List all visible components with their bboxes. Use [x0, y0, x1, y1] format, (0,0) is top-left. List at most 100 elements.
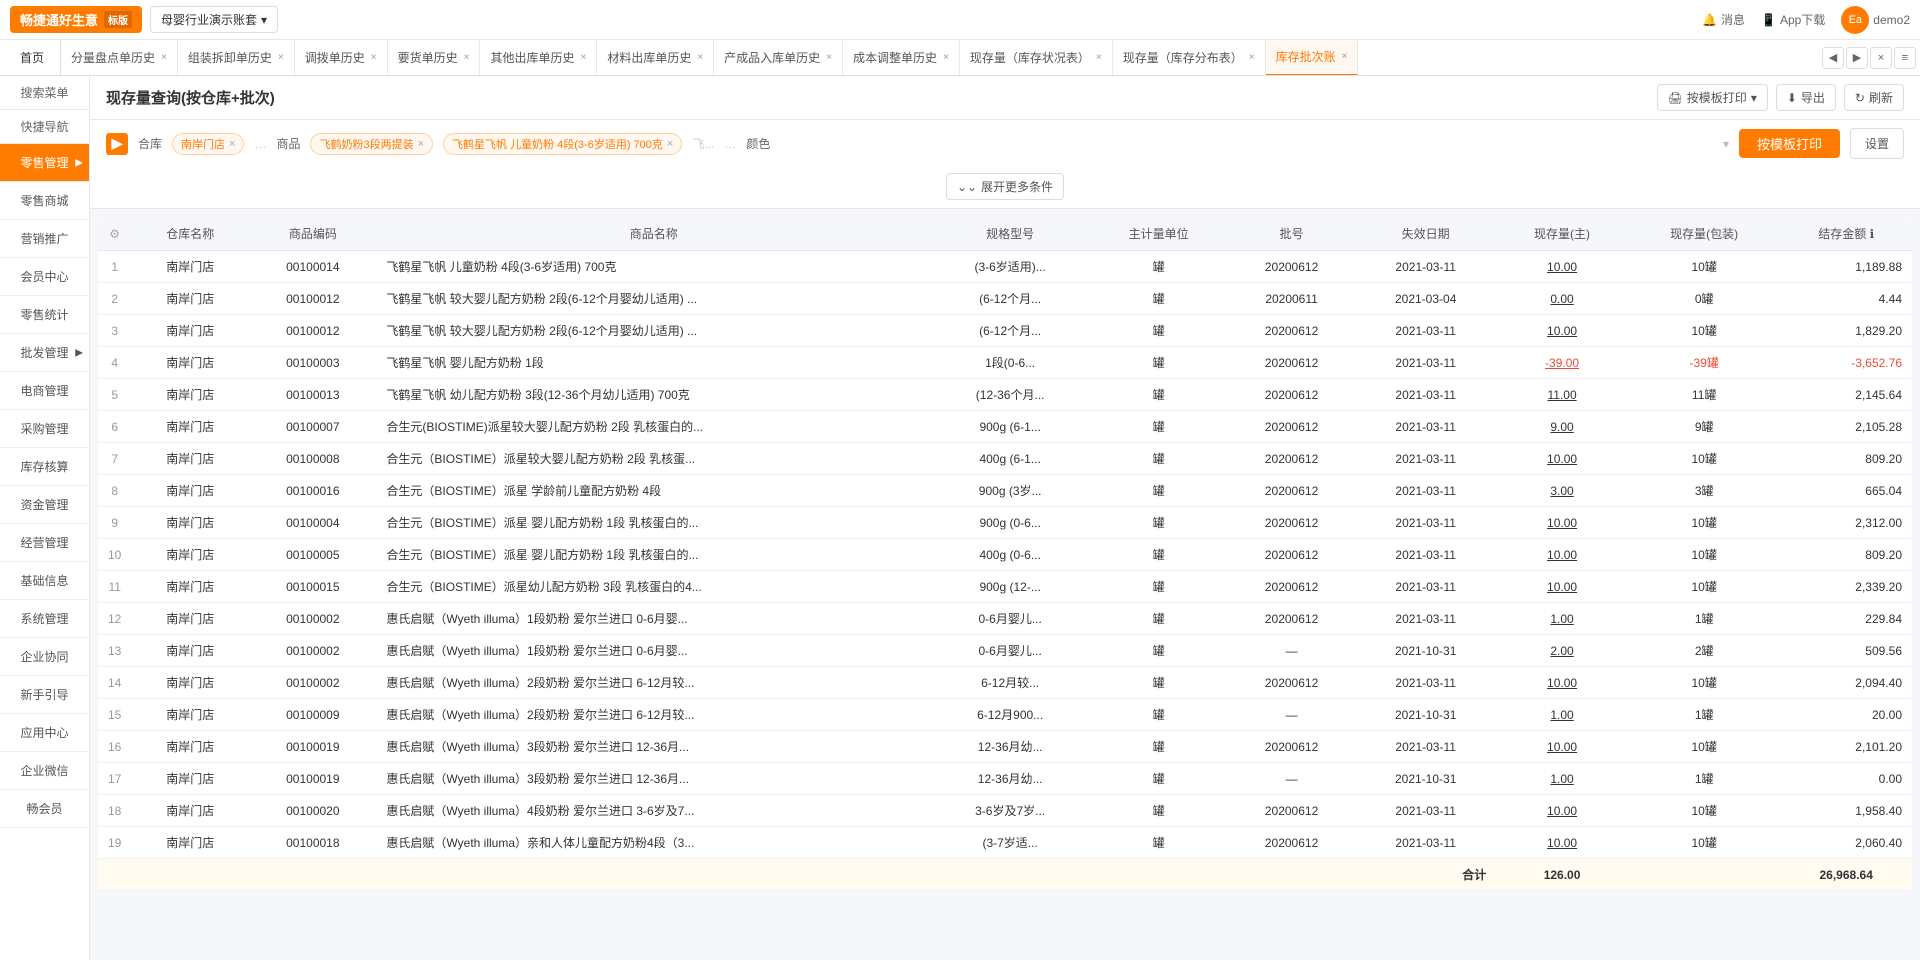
tab-xiancun2[interactable]: 现存量（库存分布表） ×: [1113, 40, 1266, 76]
sidebar-item-operations[interactable]: 经营管理: [0, 524, 89, 562]
tab-close-chancheng[interactable]: ×: [826, 52, 832, 63]
row-batch: 20200612: [1228, 443, 1355, 475]
setting-btn[interactable]: 设置: [1850, 128, 1904, 159]
row-qty-main[interactable]: 9.00: [1496, 411, 1628, 443]
tab-close-zuzhuang[interactable]: ×: [278, 52, 284, 63]
row-qty-main[interactable]: 10.00: [1496, 827, 1628, 859]
tab-xiancun1[interactable]: 现存量（库存状况表） ×: [960, 40, 1113, 76]
tab-chengben[interactable]: 成本调整单历史 ×: [843, 40, 960, 76]
th-settings[interactable]: ⚙: [98, 217, 131, 251]
expand-more-btn[interactable]: ⌄⌄ 展开更多条件: [946, 173, 1064, 200]
export-btn[interactable]: ⬇ 导出: [1776, 84, 1836, 111]
sidebar-item-retail-mgmt[interactable]: 零售管理 ▶: [0, 144, 89, 182]
sidebar-item-ecommerce[interactable]: 电商管理: [0, 372, 89, 410]
retail-mall-label: 零售商城: [20, 194, 68, 208]
product-tag-2[interactable]: 飞鹤星飞帆 儿童奶粉 4段(3-6岁适用) 700克 ×: [443, 133, 682, 155]
tab-prev-btn[interactable]: ◀: [1822, 47, 1844, 69]
sidebar-item-guide[interactable]: 新手引导: [0, 676, 89, 714]
row-qty-main[interactable]: 10.00: [1496, 251, 1628, 283]
sidebar-item-purchase[interactable]: 采购管理: [0, 410, 89, 448]
tab-fenliang[interactable]: 分量盘点单历史 ×: [61, 40, 178, 76]
query-btn[interactable]: 按模板打印: [1739, 129, 1840, 158]
tab-close-fenliang[interactable]: ×: [161, 52, 167, 63]
tab-nav-btns: ◀ ▶ × ≡: [1822, 47, 1916, 69]
member-label: 会员中心: [20, 270, 68, 284]
row-qty-main[interactable]: 10.00: [1496, 315, 1628, 347]
sidebar-item-basic-info[interactable]: 基础信息: [0, 562, 89, 600]
row-qty-main[interactable]: 0.00: [1496, 283, 1628, 315]
sidebar-item-enterprise[interactable]: 企业协同: [0, 638, 89, 676]
sidebar-item-retail-stats[interactable]: 零售统计: [0, 296, 89, 334]
row-qty-main[interactable]: 3.00: [1496, 475, 1628, 507]
tab-close-yaohuo[interactable]: ×: [464, 52, 470, 63]
row-batch: 20200612: [1228, 251, 1355, 283]
row-qty-pkg: 10罐: [1628, 315, 1781, 347]
tab-menu-btn[interactable]: ≡: [1894, 47, 1916, 69]
table-row: 4 南岸门店 00100003 飞鹤星飞帆 婴儿配方奶粉 1段 1段(0-6..…: [98, 347, 1912, 379]
row-amount: 2,105.28: [1780, 411, 1912, 443]
tab-close-xiancun2[interactable]: ×: [1249, 52, 1255, 63]
tab-close-diaopo[interactable]: ×: [371, 52, 377, 63]
sidebar-item-finance[interactable]: 资金管理: [0, 486, 89, 524]
row-qty-main[interactable]: 2.00: [1496, 635, 1628, 667]
tab-close-cailiao[interactable]: ×: [697, 52, 703, 63]
row-qty-main[interactable]: 10.00: [1496, 731, 1628, 763]
row-qty-main[interactable]: 10.00: [1496, 667, 1628, 699]
tab-kucun[interactable]: 库存批次账 ×: [1266, 40, 1359, 76]
user-area[interactable]: Ea demo2: [1841, 6, 1910, 34]
product-tag-1[interactable]: 飞鹤奶粉3段两提装 ×: [310, 133, 433, 155]
table-row: 1 南岸门店 00100014 飞鹤星飞帆 儿童奶粉 4段(3-6岁适用) 70…: [98, 251, 1912, 283]
tab-close-xiancun1[interactable]: ×: [1096, 52, 1102, 63]
sidebar-item-member[interactable]: 会员中心: [0, 258, 89, 296]
row-qty-main[interactable]: 10.00: [1496, 571, 1628, 603]
sidebar-item-enterprise-wechat[interactable]: 企业微信: [0, 752, 89, 790]
print-btn[interactable]: 🖨 按模板打印 ▾: [1657, 84, 1768, 111]
row-unit: 罐: [1089, 283, 1228, 315]
settings-icon[interactable]: ⚙: [109, 227, 120, 241]
app-download-btn[interactable]: 📱 App下载: [1761, 11, 1825, 28]
tab-cailiao[interactable]: 材料出库单历史 ×: [597, 40, 714, 76]
row-qty-main[interactable]: 1.00: [1496, 603, 1628, 635]
tab-close-qita[interactable]: ×: [580, 52, 586, 63]
tab-close-all-btn[interactable]: ×: [1870, 47, 1892, 69]
account-selector[interactable]: 母婴行业演示账套 ▾: [150, 6, 278, 33]
sidebar-item-wholesale[interactable]: 批发管理 ▶: [0, 334, 89, 372]
sidebar-item-marketing[interactable]: 营销推广: [0, 220, 89, 258]
row-qty-main[interactable]: 10.00: [1496, 443, 1628, 475]
sidebar-quick-nav[interactable]: 快捷导航: [0, 110, 89, 144]
sidebar-item-changhui[interactable]: 畅会员: [0, 790, 89, 828]
row-qty-main[interactable]: 10.00: [1496, 795, 1628, 827]
table-row: 15 南岸门店 00100009 惠氏启赋（Wyeth illuma）2段奶粉 …: [98, 699, 1912, 731]
product-tag-1-remove[interactable]: ×: [418, 138, 424, 150]
sidebar-search[interactable]: 搜索菜单: [0, 76, 89, 110]
sidebar-item-system[interactable]: 系统管理: [0, 600, 89, 638]
row-qty-pkg: 0罐: [1628, 283, 1781, 315]
tab-next-btn[interactable]: ▶: [1846, 47, 1868, 69]
tab-yaohuo[interactable]: 要货单历史 ×: [388, 40, 481, 76]
color-chevron-icon[interactable]: ▾: [1723, 137, 1729, 151]
row-qty-main[interactable]: 11.00: [1496, 379, 1628, 411]
sidebar-item-inventory[interactable]: 库存核算: [0, 448, 89, 486]
sidebar-item-app-center[interactable]: 应用中心: [0, 714, 89, 752]
row-qty-main[interactable]: 10.00: [1496, 539, 1628, 571]
row-qty-main[interactable]: 10.00: [1496, 507, 1628, 539]
row-num: 12: [98, 603, 131, 635]
tab-chancheng[interactable]: 产成品入库单历史 ×: [714, 40, 843, 76]
sidebar-item-retail-mall[interactable]: 零售商城: [0, 182, 89, 220]
row-num: 7: [98, 443, 131, 475]
tab-qita[interactable]: 其他出库单历史 ×: [480, 40, 597, 76]
message-btn[interactable]: 🔔 消息: [1702, 11, 1745, 28]
tab-home[interactable]: 首页: [4, 40, 61, 76]
row-qty-main[interactable]: -39.00: [1496, 347, 1628, 379]
warehouse-tag[interactable]: 南岸门店 ×: [172, 133, 244, 155]
row-qty-main[interactable]: 1.00: [1496, 699, 1628, 731]
expand-btn[interactable]: ▶: [106, 133, 128, 155]
tab-close-chengben[interactable]: ×: [943, 52, 949, 63]
tab-close-kucun[interactable]: ×: [1342, 51, 1348, 62]
tab-zuzhuang[interactable]: 组装拆卸单历史 ×: [178, 40, 295, 76]
product-tag-2-remove[interactable]: ×: [667, 138, 673, 150]
refresh-btn[interactable]: ↻ 刷新: [1844, 84, 1904, 111]
warehouse-tag-remove[interactable]: ×: [229, 138, 235, 150]
tab-diaopo[interactable]: 调拨单历史 ×: [295, 40, 388, 76]
row-qty-main[interactable]: 1.00: [1496, 763, 1628, 795]
